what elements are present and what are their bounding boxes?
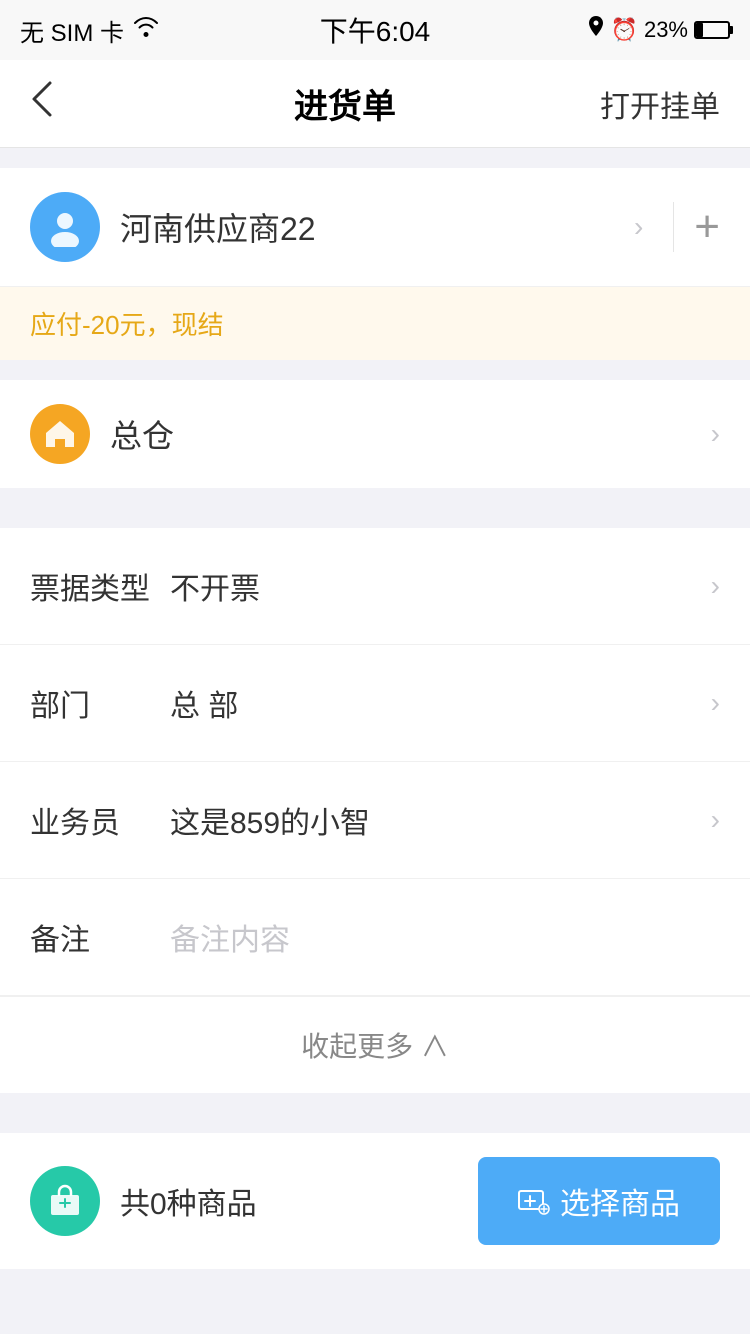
invoice-value: 不开票 [150, 564, 711, 608]
alarm-icon: ⏰ [611, 17, 638, 43]
status-right: ⏰ 23% [587, 16, 730, 44]
section-gap-3 [0, 488, 750, 508]
product-count: 共0种商品 [120, 1179, 458, 1223]
dept-value: 总 部 [150, 681, 711, 725]
battery-icon [694, 21, 730, 39]
warehouse-name: 总仓 [110, 411, 711, 457]
select-product-button[interactable]: 选择商品 [478, 1157, 720, 1245]
notice-bar: 应付-20元，现结 [0, 287, 750, 360]
sales-value: 这是859的小智 [150, 798, 711, 842]
sales-label: 业务员 [30, 798, 150, 842]
location-icon [587, 16, 605, 44]
supplier-card: 河南供应商22 › + 应付-20元，现结 [0, 168, 750, 360]
nav-bar: 进货单 打开挂单 [0, 60, 750, 148]
form-section: 票据类型 不开票 › 部门 总 部 › 业务员 这是859的小智 › 备注 备注… [0, 528, 750, 1093]
supplier-chevron-icon: › [634, 211, 643, 243]
sales-row[interactable]: 业务员 这是859的小智 › [0, 762, 750, 879]
back-button[interactable] [30, 79, 90, 128]
status-time: 下午6:04 [320, 10, 431, 50]
battery-text: 23% [644, 17, 688, 43]
wifi-icon [132, 16, 160, 44]
remarks-label: 备注 [30, 915, 150, 959]
product-icon [30, 1166, 100, 1236]
invoice-label: 票据类型 [30, 564, 150, 608]
collapse-button[interactable]: 收起更多 ∧ [0, 996, 750, 1093]
page-title: 进货单 [294, 79, 396, 128]
section-gap-2 [0, 360, 750, 380]
dept-row[interactable]: 部门 总 部 › [0, 645, 750, 762]
supplier-row-right: › + [634, 202, 720, 252]
notice-text: 应付-20元，现结 [30, 310, 224, 340]
open-pending-button[interactable]: 打开挂单 [600, 82, 720, 126]
sales-chevron-icon: › [711, 804, 720, 836]
carrier-text: 无 SIM 卡 [20, 13, 124, 48]
invoice-row[interactable]: 票据类型 不开票 › [0, 528, 750, 645]
dept-chevron-icon: › [711, 687, 720, 719]
warehouse-card: 总仓 › [0, 380, 750, 488]
warehouse-icon [30, 404, 90, 464]
section-gap-4 [0, 1093, 750, 1113]
dept-label: 部门 [30, 681, 150, 725]
add-supplier-button[interactable]: + [673, 202, 720, 252]
bottom-bar: 共0种商品 选择商品 [0, 1133, 750, 1269]
section-gap-1 [0, 148, 750, 168]
remarks-row[interactable]: 备注 备注内容 [0, 879, 750, 996]
warehouse-row[interactable]: 总仓 › [0, 380, 750, 488]
invoice-chevron-icon: › [711, 570, 720, 602]
supplier-avatar [30, 192, 100, 262]
remarks-input[interactable]: 备注内容 [150, 915, 720, 959]
supplier-row[interactable]: 河南供应商22 › + [0, 168, 750, 287]
select-product-label: 选择商品 [560, 1179, 680, 1223]
supplier-name: 河南供应商22 [120, 204, 634, 250]
status-bar: 无 SIM 卡 下午6:04 ⏰ 23% [0, 0, 750, 60]
status-left: 无 SIM 卡 [20, 13, 160, 48]
warehouse-chevron-icon: › [711, 418, 720, 450]
